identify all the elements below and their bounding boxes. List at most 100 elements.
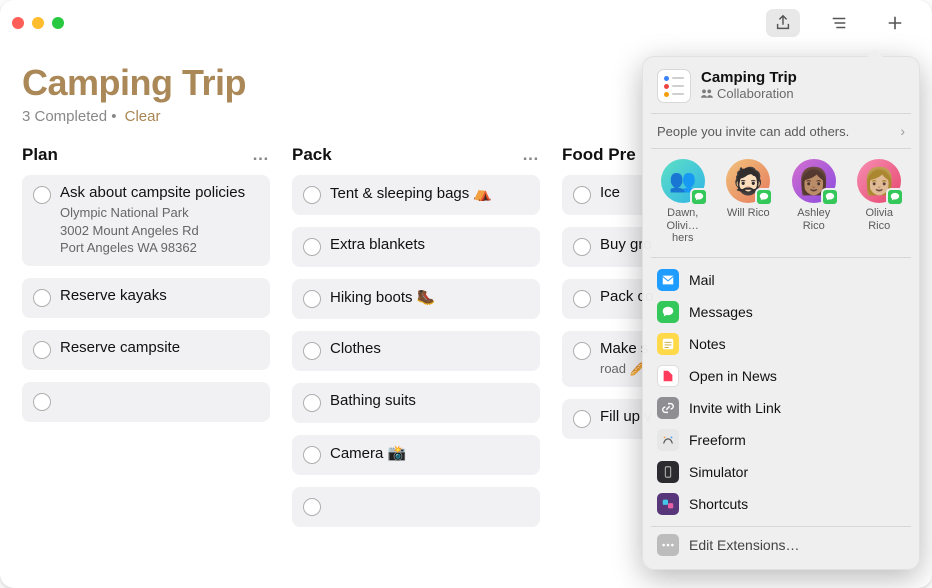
share-person[interactable]: 🧔🏻 Will Rico (723, 159, 775, 245)
reminder-text: Camera 📸 (330, 444, 529, 462)
messages-badge-icon (755, 188, 773, 206)
app-label: Notes (689, 336, 726, 352)
share-person[interactable]: 👥Dawn, Olivi…hers (657, 159, 709, 245)
news-icon (657, 365, 679, 387)
share-app-shortcuts[interactable]: Shortcuts (643, 488, 919, 520)
complete-toggle[interactable] (33, 341, 51, 359)
reminder-item[interactable] (292, 487, 540, 527)
reminder-item[interactable]: Ask about campsite policies Olympic Natio… (22, 175, 270, 266)
reminder-text: Reserve campsite (60, 339, 259, 356)
reminder-item[interactable]: Extra blankets (292, 227, 540, 267)
complete-toggle[interactable] (303, 290, 321, 308)
edit-extensions-label: Edit Extensions… (689, 537, 800, 553)
complete-toggle[interactable] (303, 446, 321, 464)
reminder-text: Hiking boots 🥾 (330, 288, 529, 306)
column-header: Plan … (22, 145, 270, 165)
complete-toggle[interactable] (33, 393, 51, 411)
person-name: Olivia Rico (854, 207, 906, 232)
reminder-item[interactable]: Tent & sleeping bags ⛺ (292, 175, 540, 215)
complete-toggle[interactable] (303, 394, 321, 412)
reminder-item[interactable]: Reserve kayaks (22, 278, 270, 318)
reminder-text: Reserve kayaks (60, 287, 259, 304)
traffic-lights (12, 17, 64, 29)
complete-toggle[interactable] (573, 410, 591, 428)
avatar: 👥 (661, 159, 705, 203)
column-header: Pack… (292, 145, 540, 165)
share-app-simulator[interactable]: Simulator (643, 456, 919, 488)
link-icon (657, 397, 679, 419)
share-person[interactable]: 👩🏽 Ashley Rico (788, 159, 840, 245)
column-title: Food Pre (562, 145, 636, 165)
clear-completed-button[interactable]: Clear (125, 108, 161, 125)
reminder-item[interactable]: Clothes (292, 331, 540, 371)
app-label: Mail (689, 272, 715, 288)
reminder-item[interactable]: Bathing suits (292, 383, 540, 423)
column-actions-button[interactable]: … (522, 145, 540, 165)
app-label: Simulator (689, 464, 748, 480)
share-icon (774, 14, 792, 32)
reminder-text: Ask about campsite policies (60, 184, 259, 201)
edit-extensions-row[interactable]: Edit Extensions… (643, 527, 919, 563)
share-apps: Mail Messages Notes Open in News Invite with… (643, 258, 919, 526)
share-subtitle: Collaboration (701, 86, 797, 101)
share-app-open-in-news[interactable]: Open in News (643, 360, 919, 392)
titlebar (0, 0, 932, 46)
reminder-text: Clothes (330, 340, 529, 357)
complete-toggle[interactable] (573, 342, 591, 360)
close-window-button[interactable] (12, 17, 24, 29)
simulator-icon (657, 461, 679, 483)
share-app-messages[interactable]: Messages (643, 296, 919, 328)
share-title: Camping Trip (701, 69, 797, 86)
fullscreen-window-button[interactable] (52, 17, 64, 29)
avatar: 👩🏽 (792, 159, 836, 203)
column-title: Plan (22, 145, 58, 165)
view-options-button[interactable] (822, 9, 856, 37)
share-app-notes[interactable]: Notes (643, 328, 919, 360)
window: Camping Trip 3 Completed • Clear Plan … As… (0, 0, 932, 588)
share-app-freeform[interactable]: Freeform (643, 424, 919, 456)
share-popover: Camping Trip Collaboration People you in… (642, 56, 920, 570)
column-actions-button[interactable]: … (252, 145, 270, 165)
complete-toggle[interactable] (303, 186, 321, 204)
completed-count: 3 Completed • (22, 108, 116, 125)
app-label: Shortcuts (689, 496, 748, 512)
complete-toggle[interactable] (303, 498, 321, 516)
person-name: Ashley Rico (788, 207, 840, 232)
minimize-window-button[interactable] (32, 17, 44, 29)
app-label: Messages (689, 304, 753, 320)
complete-toggle[interactable] (303, 342, 321, 360)
reminder-text: Extra blankets (330, 236, 529, 253)
reminder-item[interactable] (22, 382, 270, 422)
share-person[interactable]: 👩🏼Olivia Rico (854, 159, 906, 245)
complete-toggle[interactable] (33, 289, 51, 307)
avatar: 🧔🏻 (726, 159, 770, 203)
reminder-item[interactable]: Hiking boots 🥾 (292, 279, 540, 319)
complete-toggle[interactable] (33, 186, 51, 204)
invite-options-row[interactable]: People you invite can add others. › (643, 114, 919, 148)
messages-badge-icon (886, 188, 904, 206)
list-icon (830, 14, 848, 32)
reminder-item[interactable]: Reserve campsite (22, 330, 270, 370)
shortcuts-icon (657, 493, 679, 515)
person-name: Will Rico (727, 207, 770, 220)
share-button[interactable] (766, 9, 800, 37)
complete-toggle[interactable] (573, 186, 591, 204)
complete-toggle[interactable] (573, 290, 591, 308)
reminder-item[interactable]: Camera 📸 (292, 435, 540, 475)
reminder-notes: Olympic National Park3002 Mount Angeles … (60, 204, 259, 257)
new-reminder-button[interactable] (878, 9, 912, 37)
complete-toggle[interactable] (303, 238, 321, 256)
share-app-mail[interactable]: Mail (643, 264, 919, 296)
app-label: Open in News (689, 368, 777, 384)
collaboration-icon (701, 89, 713, 99)
share-app-invite-with-link[interactable]: Invite with Link (643, 392, 919, 424)
mail-icon (657, 269, 679, 291)
app-label: Freeform (689, 432, 746, 448)
freeform-icon (657, 429, 679, 451)
notes-icon (657, 333, 679, 355)
reminder-text: Tent & sleeping bags ⛺ (330, 184, 529, 202)
complete-toggle[interactable] (573, 238, 591, 256)
messages-badge-icon (690, 188, 708, 206)
reminder-text: Bathing suits (330, 392, 529, 409)
messages-icon (657, 301, 679, 323)
